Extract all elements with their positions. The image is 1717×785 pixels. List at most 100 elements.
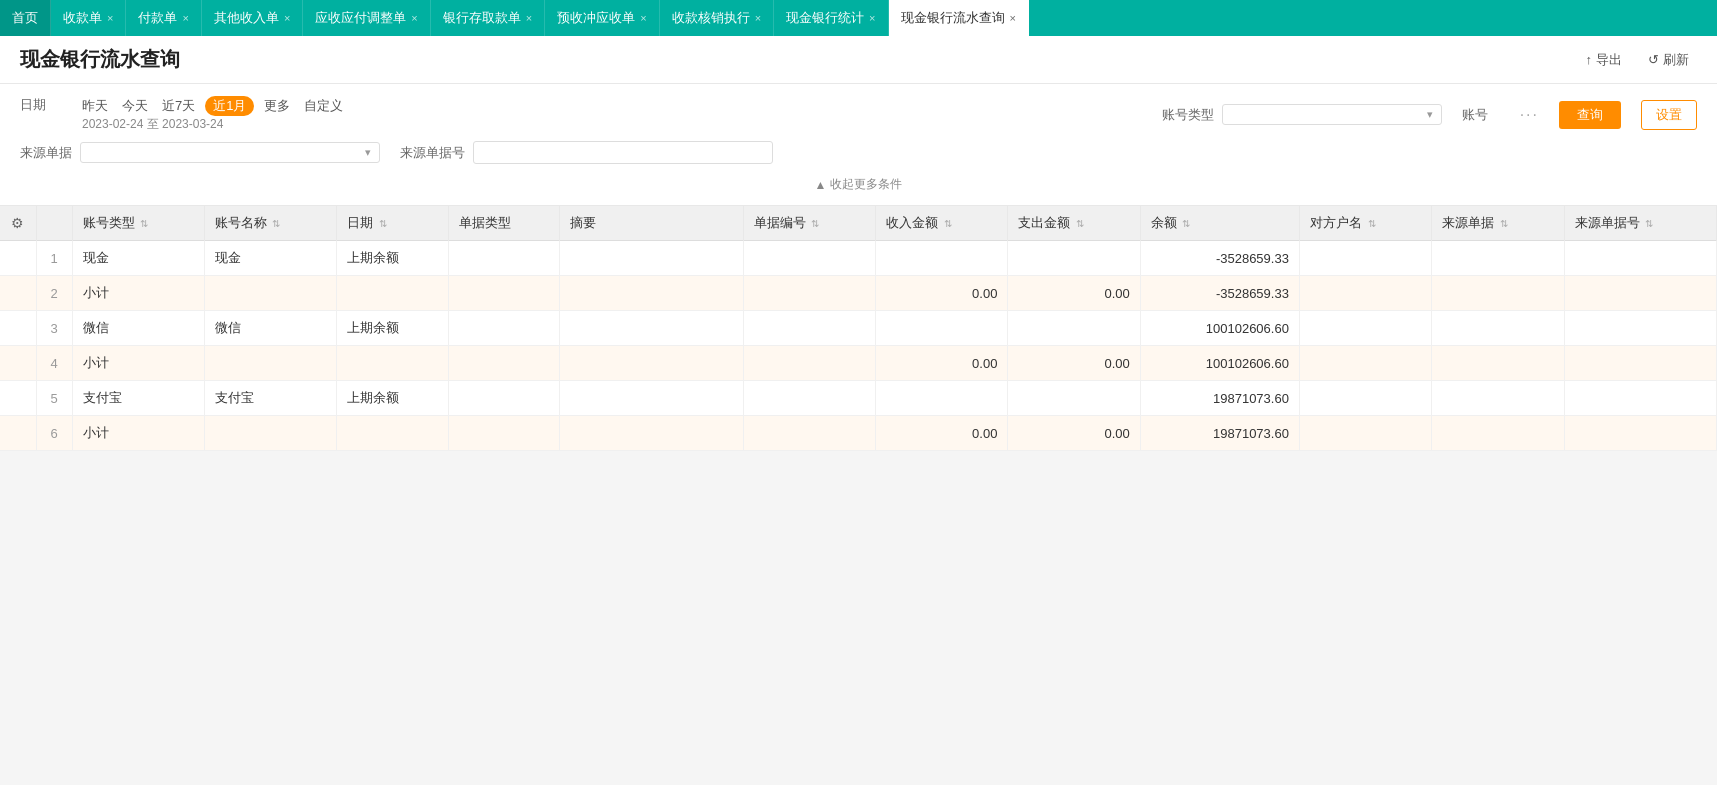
nav-item-other-income[interactable]: 其他收入单 × — [202, 0, 303, 36]
col-doc-type[interactable]: 单据类型 — [448, 206, 560, 241]
nav-payments-label: 付款单 — [138, 9, 177, 27]
cell-balance: 19871073.60 — [1140, 416, 1299, 451]
cell-source-doc-no — [1564, 381, 1716, 416]
cell-date: 上期余额 — [337, 381, 449, 416]
filter-row-1: 日期 昨天 今天 近7天 近1月 更多 自定义 2023-02-24 至 202… — [20, 96, 1697, 133]
nav-item-cash-stats[interactable]: 现金银行统计 × — [774, 0, 888, 36]
header-actions: ↑ 导出 ↺ 刷新 — [1578, 47, 1698, 73]
table-container: ⚙ 账号类型 ⇅ 账号名称 ⇅ 日期 ⇅ 单据类型 — [0, 206, 1717, 451]
page-header: 现金银行流水查询 ↑ 导出 ↺ 刷新 — [0, 36, 1717, 84]
col-income-sort-icon: ⇅ — [944, 218, 952, 229]
export-icon: ↑ — [1586, 52, 1593, 67]
cell-account-type: 小计 — [72, 346, 204, 381]
nav-item-ap-adjust[interactable]: 应收应付调整单 × — [303, 0, 430, 36]
source-doc-no-label: 来源单据号 — [400, 144, 465, 162]
cell-source-doc — [1432, 241, 1564, 276]
date-filter-label: 日期 — [20, 96, 70, 114]
account-type-chevron-down-icon: ▾ — [1427, 108, 1433, 121]
table-row: 5支付宝支付宝上期余额19871073.60 — [0, 381, 1717, 416]
nav-item-collection-exec[interactable]: 收款核销执行 × — [660, 0, 774, 36]
source-doc-select[interactable]: ▾ — [80, 142, 380, 163]
nav-receipts-close[interactable]: × — [107, 12, 113, 24]
col-date-sort-icon: ⇅ — [379, 218, 387, 229]
table-body: 1现金现金上期余额-3528659.332小计0.000.00-3528659.… — [0, 241, 1717, 451]
nav-cash-stats-close[interactable]: × — [869, 12, 875, 24]
col-summary[interactable]: 摘要 — [560, 206, 743, 241]
nav-advance-offset-close[interactable]: × — [640, 12, 646, 24]
date-opt-near7[interactable]: 近7天 — [158, 96, 199, 116]
nav-item-payments[interactable]: 付款单 × — [126, 0, 201, 36]
nav-collection-exec-close[interactable]: × — [755, 12, 761, 24]
date-opt-yesterday[interactable]: 昨天 — [78, 96, 112, 116]
col-income[interactable]: 收入金额 ⇅ — [876, 206, 1008, 241]
cell-doc-type — [448, 241, 560, 276]
col-expense[interactable]: 支出金额 ⇅ — [1008, 206, 1140, 241]
cell-summary — [560, 346, 743, 381]
col-source-doc[interactable]: 来源单据 ⇅ — [1432, 206, 1564, 241]
cell-doc-no — [743, 241, 875, 276]
col-source-doc-sort-icon: ⇅ — [1500, 218, 1508, 229]
col-account-type-label: 账号类型 — [83, 215, 135, 230]
date-opt-near1m[interactable]: 近1月 — [205, 96, 254, 116]
cell-expense — [1008, 241, 1140, 276]
date-opt-custom[interactable]: 自定义 — [300, 96, 347, 116]
nav-payments-close[interactable]: × — [182, 12, 188, 24]
source-doc-no-input[interactable] — [473, 141, 773, 164]
cell-account-name: 微信 — [204, 311, 336, 346]
col-balance[interactable]: 余额 ⇅ — [1140, 206, 1299, 241]
col-account-type[interactable]: 账号类型 ⇅ — [72, 206, 204, 241]
col-counterparty-sort-icon: ⇅ — [1368, 218, 1376, 229]
nav-item-home[interactable]: 首页 — [0, 0, 51, 36]
nav-item-advance-offset[interactable]: 预收冲应收单 × — [545, 0, 659, 36]
col-source-doc-no[interactable]: 来源单据号 ⇅ — [1564, 206, 1716, 241]
nav-item-receipts[interactable]: 收款单 × — [51, 0, 126, 36]
table-header: ⚙ 账号类型 ⇅ 账号名称 ⇅ 日期 ⇅ 单据类型 — [0, 206, 1717, 241]
page-title: 现金银行流水查询 — [20, 46, 180, 73]
col-doc-no[interactable]: 单据编号 ⇅ — [743, 206, 875, 241]
settings-button[interactable]: 设置 — [1641, 100, 1697, 130]
nav-item-bank-deposit[interactable]: 银行存取款单 × — [431, 0, 545, 36]
account-dots-icon[interactable]: ··· — [1520, 106, 1539, 124]
cell-income: 0.00 — [876, 346, 1008, 381]
cell-account-name: 现金 — [204, 241, 336, 276]
nav-other-income-close[interactable]: × — [284, 12, 290, 24]
nav-cash-flow-close[interactable]: × — [1010, 12, 1016, 24]
table-settings-icon[interactable]: ⚙ — [11, 215, 24, 231]
col-income-label: 收入金额 — [886, 215, 938, 230]
cell-doc-no — [743, 416, 875, 451]
collapse-bar[interactable]: ▲ 收起更多条件 — [20, 172, 1697, 197]
cell-account-type: 支付宝 — [72, 381, 204, 416]
col-source-doc-label: 来源单据 — [1442, 215, 1494, 230]
cell-income: 0.00 — [876, 276, 1008, 311]
account-label: 账号 — [1462, 106, 1512, 124]
table-row: 6小计0.000.0019871073.60 — [0, 416, 1717, 451]
query-button[interactable]: 查询 — [1559, 101, 1621, 129]
export-button[interactable]: ↑ 导出 — [1578, 47, 1631, 73]
cell-balance: -3528659.33 — [1140, 276, 1299, 311]
nav-bank-deposit-close[interactable]: × — [526, 12, 532, 24]
col-account-name[interactable]: 账号名称 ⇅ — [204, 206, 336, 241]
account-type-filter-group: 账号类型 ▾ — [1162, 104, 1442, 125]
col-counterparty[interactable]: 对方户名 ⇅ — [1299, 206, 1431, 241]
cell-date — [337, 416, 449, 451]
cell-summary — [560, 276, 743, 311]
nav-item-cash-flow[interactable]: 现金银行流水查询 × — [889, 0, 1029, 36]
refresh-button[interactable]: ↺ 刷新 — [1640, 47, 1697, 73]
account-type-select[interactable]: ▾ — [1222, 104, 1442, 125]
date-opt-today[interactable]: 今天 — [118, 96, 152, 116]
cell-doc-type — [448, 416, 560, 451]
cell-income — [876, 241, 1008, 276]
date-opt-more[interactable]: 更多 — [260, 96, 294, 116]
collapse-label: 收起更多条件 — [830, 176, 902, 193]
col-balance-sort-icon: ⇅ — [1182, 218, 1190, 229]
col-date[interactable]: 日期 ⇅ — [337, 206, 449, 241]
cell-expense: 0.00 — [1008, 276, 1140, 311]
cell-source-doc — [1432, 346, 1564, 381]
cell-source-doc-no — [1564, 346, 1716, 381]
cell-account-name — [204, 276, 336, 311]
cell-counterparty — [1299, 416, 1431, 451]
cell-counterparty — [1299, 311, 1431, 346]
nav-ap-adjust-close[interactable]: × — [411, 12, 417, 24]
collapse-up-icon: ▲ — [815, 178, 827, 192]
nav-advance-offset-label: 预收冲应收单 — [557, 9, 635, 27]
